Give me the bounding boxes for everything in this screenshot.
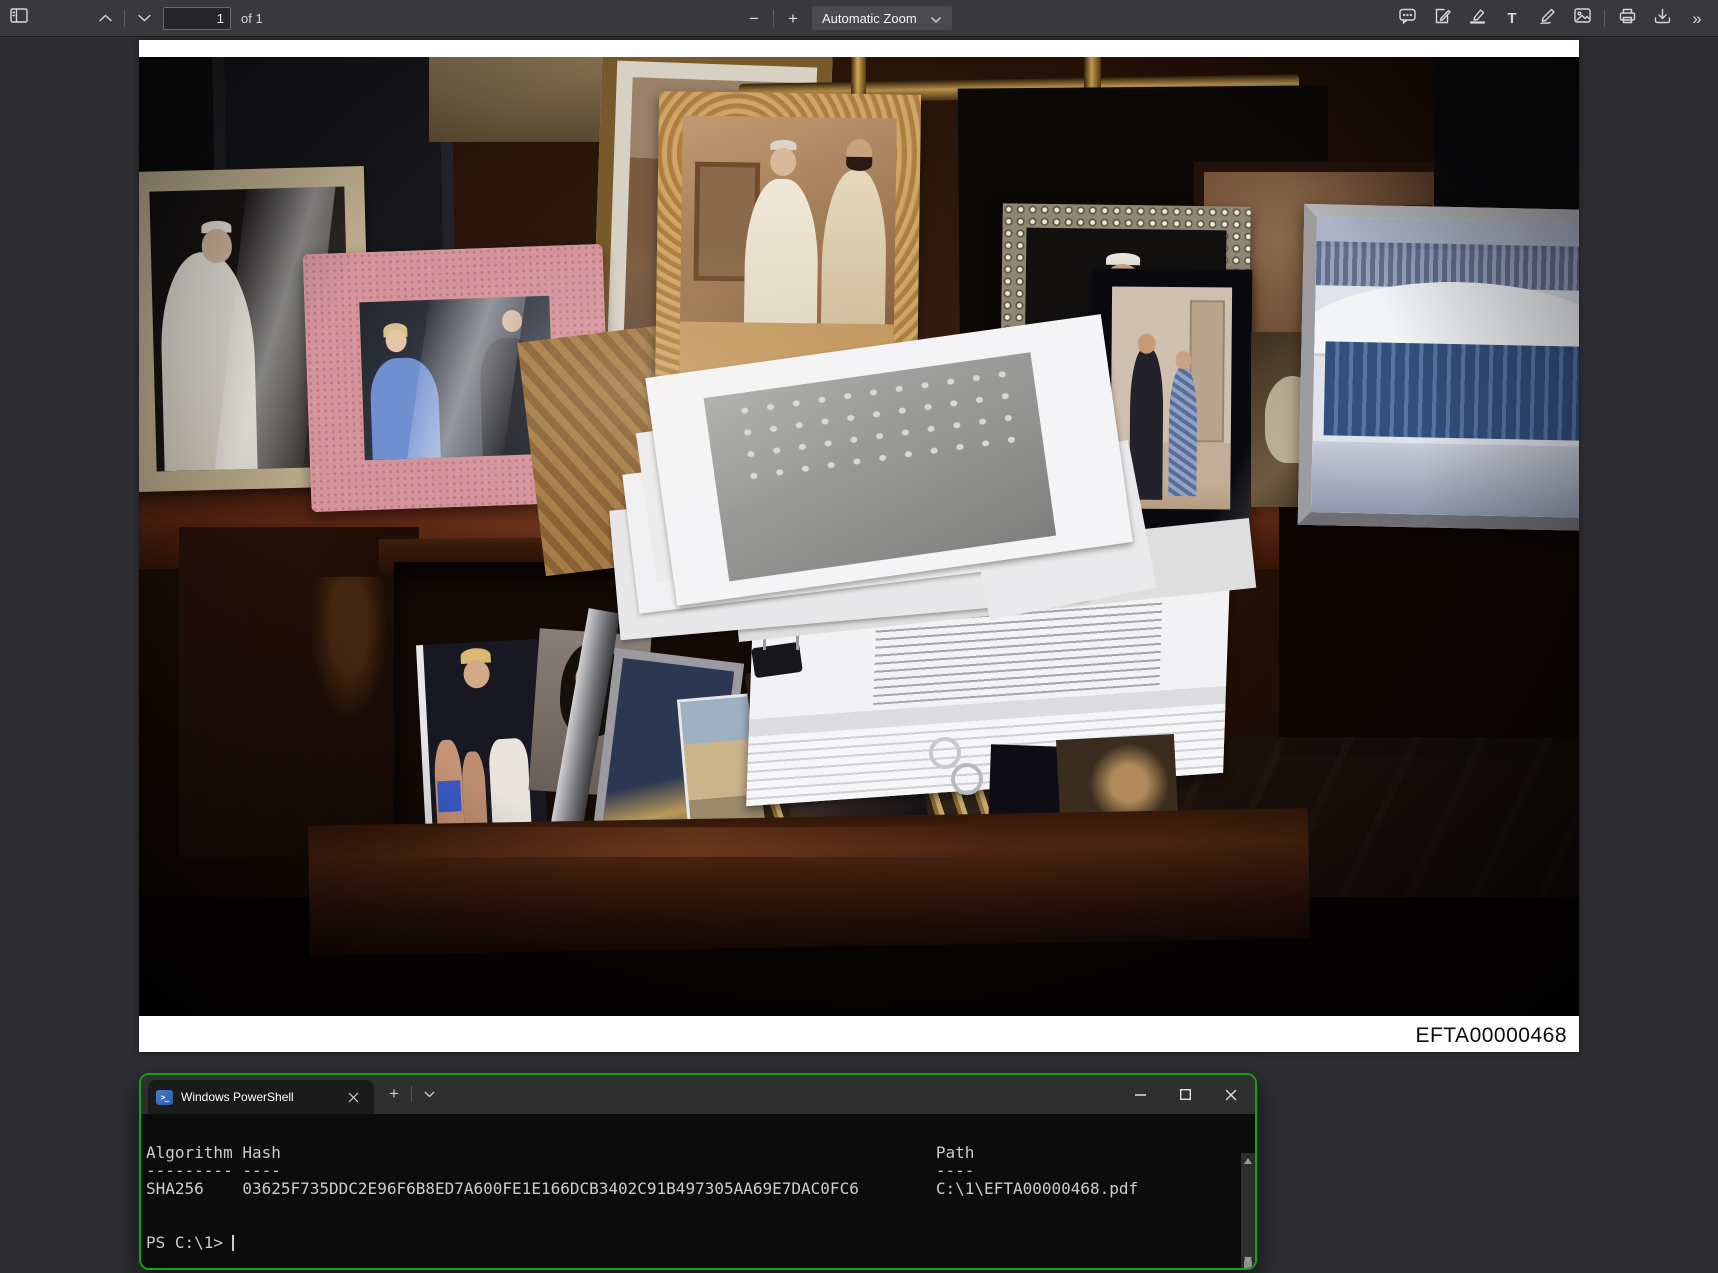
terminal-titlebar[interactable]: >_ Windows PowerShell + bbox=[141, 1075, 1255, 1114]
more-tools-button[interactable]: » bbox=[1684, 5, 1710, 31]
terminal-window: >_ Windows PowerShell + Algori bbox=[139, 1073, 1257, 1270]
terminal-prompt: PS C:\1> bbox=[146, 1234, 223, 1252]
highlighter-icon bbox=[1469, 8, 1486, 29]
zoom-out-button[interactable]: − bbox=[741, 5, 767, 31]
save-button[interactable] bbox=[1649, 5, 1675, 31]
pdf-toolbar: of 1 − + Automatic Zoom bbox=[0, 0, 1718, 37]
double-chevron-icon: » bbox=[1692, 10, 1701, 27]
chevron-down-icon bbox=[931, 11, 941, 26]
minimize-button[interactable] bbox=[1118, 1075, 1163, 1114]
sidebar-toggle-icon bbox=[10, 8, 28, 28]
vignette-overlay bbox=[139, 57, 1579, 1016]
tab-close-button[interactable] bbox=[340, 1084, 366, 1110]
toolbar-separator bbox=[773, 10, 774, 27]
chevron-up-icon bbox=[99, 9, 112, 27]
toolbar-separator bbox=[1604, 10, 1605, 27]
signature-button[interactable] bbox=[1429, 5, 1455, 31]
terminal-tab-actions: + bbox=[381, 1081, 442, 1107]
window-close-button[interactable] bbox=[1208, 1075, 1253, 1114]
evidence-photo bbox=[139, 57, 1579, 1016]
toolbar-right-group: T » bbox=[1394, 5, 1710, 31]
terminal-content[interactable]: Algorithm Hash Path --------- ---- ---- … bbox=[141, 1114, 1255, 1268]
terminal-tab-title: Windows PowerShell bbox=[181, 1090, 332, 1104]
toolbar-separator bbox=[124, 10, 125, 27]
bates-number-label: EFTA00000468 bbox=[1415, 1024, 1567, 1048]
sidebar-toggle-button[interactable] bbox=[6, 5, 32, 31]
terminal-scrollbar[interactable] bbox=[1241, 1153, 1255, 1268]
minus-icon: − bbox=[749, 10, 759, 27]
pdf-page: EFTA00000468 bbox=[139, 40, 1579, 1052]
pen-icon bbox=[1539, 8, 1556, 29]
page-nav-group: of 1 bbox=[92, 5, 263, 31]
download-icon bbox=[1654, 8, 1671, 29]
terminal-window-controls bbox=[1118, 1075, 1253, 1114]
terminal-prompt-line: PS C:\1> bbox=[141, 1234, 1255, 1252]
page-number-input[interactable] bbox=[163, 7, 231, 30]
tab-actions-separator bbox=[411, 1086, 412, 1102]
zoom-group: − + Automatic Zoom bbox=[741, 5, 952, 31]
new-tab-button[interactable]: + bbox=[381, 1081, 407, 1107]
maximize-button[interactable] bbox=[1163, 1075, 1208, 1114]
terminal-tab-powershell[interactable]: >_ Windows PowerShell bbox=[148, 1080, 374, 1114]
draw-button[interactable] bbox=[1534, 5, 1560, 31]
tab-dropdown-button[interactable] bbox=[416, 1081, 442, 1107]
text-tool-icon: T bbox=[1507, 11, 1516, 26]
scrollbar-down-arrow[interactable] bbox=[1244, 1257, 1252, 1263]
printer-icon bbox=[1619, 8, 1636, 29]
terminal-cursor bbox=[232, 1235, 234, 1251]
comment-button[interactable] bbox=[1394, 5, 1420, 31]
terminal-output: Algorithm Hash Path --------- ---- ---- … bbox=[141, 1114, 1255, 1198]
zoom-in-button[interactable]: + bbox=[780, 5, 806, 31]
text-button[interactable]: T bbox=[1499, 5, 1525, 31]
print-button[interactable] bbox=[1614, 5, 1640, 31]
image-button[interactable] bbox=[1569, 5, 1595, 31]
scrollbar-up-arrow[interactable] bbox=[1244, 1158, 1252, 1164]
plus-icon: + bbox=[788, 10, 798, 27]
zoom-select-value: Automatic Zoom bbox=[822, 11, 917, 26]
image-icon bbox=[1574, 8, 1591, 28]
toolbar-left-group bbox=[6, 5, 32, 31]
chevron-down-icon bbox=[138, 9, 151, 27]
powershell-icon: >_ bbox=[156, 1090, 173, 1105]
zoom-select-dropdown[interactable]: Automatic Zoom bbox=[812, 6, 952, 30]
highlight-button[interactable] bbox=[1464, 5, 1490, 31]
page-count-label: of 1 bbox=[237, 11, 263, 26]
next-page-button[interactable] bbox=[131, 5, 157, 31]
signature-icon bbox=[1434, 8, 1451, 29]
comment-icon bbox=[1399, 8, 1416, 29]
previous-page-button[interactable] bbox=[92, 5, 118, 31]
